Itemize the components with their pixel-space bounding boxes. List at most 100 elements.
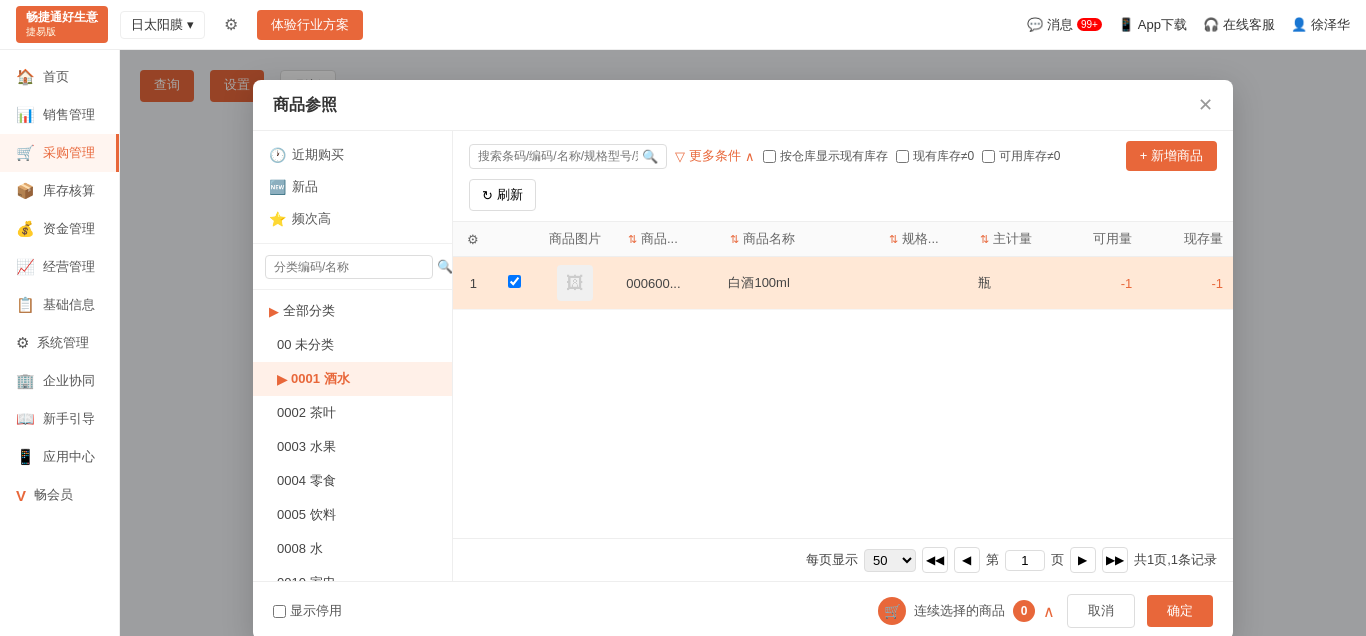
page-input[interactable] (1005, 550, 1045, 571)
category-tea[interactable]: 0002 茶叶 (253, 396, 452, 430)
category-snack[interactable]: 0004 零食 (253, 464, 452, 498)
category-liquor[interactable]: ▶ 0001 酒水 (253, 362, 452, 396)
logo-text: 畅捷通好生意 (26, 10, 98, 24)
clock-icon: 🕐 (269, 147, 286, 163)
nav-dropdown[interactable]: 日太阳膜 ▾ (120, 11, 205, 39)
customer-service-label: 在线客服 (1223, 16, 1275, 34)
notifications[interactable]: 💬 消息 99+ (1027, 16, 1102, 34)
sidebar-item-inventory[interactable]: 📦 库存核算 (0, 172, 119, 210)
prev-page-button[interactable]: ◀ (954, 547, 980, 573)
shortcut-new[interactable]: 🆕 新品 (253, 171, 452, 203)
category-water[interactable]: 0008 水 (253, 532, 452, 566)
th-image-label: 商品图片 (549, 231, 601, 246)
refresh-button[interactable]: ↻ 刷新 (469, 179, 536, 211)
avatar-icon: 👤 (1291, 17, 1307, 32)
bell-icon: 💬 (1027, 17, 1043, 32)
guide-icon: 📖 (16, 410, 35, 428)
sidebar-item-home[interactable]: 🏠 首页 (0, 58, 119, 96)
user-avatar[interactable]: 👤 徐泽华 (1291, 16, 1350, 34)
customer-service[interactable]: 🎧 在线客服 (1203, 16, 1275, 34)
nav-right: 💬 消息 99+ 📱 App下载 🎧 在线客服 👤 徐泽华 (1027, 16, 1350, 34)
th-spec[interactable]: ⇅ 规格... (877, 222, 968, 257)
category-uncategorized[interactable]: 00 未分类 (253, 328, 452, 362)
sales-icon: 📊 (16, 106, 35, 124)
sidebar-item-purchase[interactable]: 🛒 采购管理 (0, 134, 119, 172)
sidebar-item-operations[interactable]: 📈 经营管理 (0, 248, 119, 286)
notification-label: 消息 (1047, 16, 1073, 34)
show-disabled-checkbox[interactable] (273, 605, 286, 618)
next-page-button[interactable]: ▶ (1070, 547, 1096, 573)
product-search-input[interactable] (478, 149, 638, 163)
row-spec (877, 257, 968, 310)
th-settings[interactable]: ⚙ (453, 222, 494, 257)
last-page-button[interactable]: ▶▶ (1102, 547, 1128, 573)
sidebar-item-member[interactable]: V 畅会员 (0, 476, 119, 514)
settings-icon[interactable]: ⚙ (217, 11, 245, 39)
sidebar-item-guide[interactable]: 📖 新手引导 (0, 400, 119, 438)
headset-icon: 🎧 (1203, 17, 1219, 32)
warehouse-checkbox[interactable] (763, 150, 776, 163)
table-row[interactable]: 1 🖼 00 (453, 257, 1233, 310)
sidebar-item-sales-label: 销售管理 (43, 106, 95, 124)
experience-button[interactable]: 体验行业方案 (257, 10, 363, 40)
sidebar-item-apps-label: 应用中心 (43, 448, 95, 466)
confirm-button[interactable]: 确定 (1147, 595, 1213, 627)
shortcut-recent[interactable]: 🕐 近期购买 (253, 139, 452, 171)
add-product-button[interactable]: + 新增商品 (1126, 141, 1217, 171)
product-image-placeholder: 🖼 (557, 265, 593, 301)
category-search-input[interactable] (265, 255, 433, 279)
th-unit[interactable]: ⇅ 主计量 (968, 222, 1052, 257)
star-icon: ⭐ (269, 211, 286, 227)
category-beverage-label: 0005 饮料 (277, 506, 336, 524)
category-fruit[interactable]: 0003 水果 (253, 430, 452, 464)
sidebar-item-sales[interactable]: 📊 销售管理 (0, 96, 119, 134)
modal-header: 商品参照 ✕ (253, 80, 1233, 131)
modal-body: 🕐 近期购买 🆕 新品 ⭐ 频次高 (253, 131, 1233, 581)
logo[interactable]: 畅捷通好生意 捷易版 (16, 6, 108, 42)
category-appliance-label: 0010 家电 (277, 574, 336, 581)
sidebar-item-enterprise-label: 企业协同 (43, 372, 95, 390)
category-all[interactable]: ▶ 全部分类 (253, 294, 452, 328)
collapse-cart-button[interactable]: ∧ (1043, 602, 1055, 621)
sidebar-item-apps[interactable]: 📱 应用中心 (0, 438, 119, 476)
th-image: 商品图片 (535, 222, 617, 257)
sort-name-icon: ⇅ (730, 233, 739, 245)
sidebar-item-enterprise[interactable]: 🏢 企业协同 (0, 362, 119, 400)
app-download[interactable]: 📱 App下载 (1118, 16, 1187, 34)
product-search-icon[interactable]: 🔍 (642, 149, 658, 164)
stock-nonzero-checkbox[interactable] (896, 150, 909, 163)
modal-footer: 显示停用 🛒 连续选择的商品 0 ∧ 取消 确定 (253, 581, 1233, 636)
sidebar-item-basic[interactable]: 📋 基础信息 (0, 286, 119, 324)
row-check[interactable] (494, 257, 535, 310)
shortcut-frequent[interactable]: ⭐ 频次高 (253, 203, 452, 235)
modal-close-button[interactable]: ✕ (1198, 94, 1213, 116)
row-checkbox[interactable] (508, 275, 521, 288)
category-fruit-label: 0003 水果 (277, 438, 336, 456)
category-beverage[interactable]: 0005 饮料 (253, 498, 452, 532)
avail-nonzero-checkbox[interactable] (982, 150, 995, 163)
main-layout: 🏠 首页 📊 销售管理 🛒 采购管理 📦 库存核算 💰 资金管理 📈 经营管理 … (0, 50, 1366, 636)
th-name[interactable]: ⇅ 商品名称 (718, 222, 877, 257)
new-icon: 🆕 (269, 179, 286, 195)
product-search-box: 🔍 (469, 144, 667, 169)
category-appliance[interactable]: 0010 家电 (253, 566, 452, 581)
first-page-button[interactable]: ◀◀ (922, 547, 948, 573)
category-panel: 🕐 近期购买 🆕 新品 ⭐ 频次高 (253, 131, 453, 581)
sidebar-item-purchase-label: 采购管理 (43, 144, 95, 162)
top-nav: 畅捷通好生意 捷易版 日太阳膜 ▾ ⚙ 体验行业方案 💬 消息 99+ 📱 Ap… (0, 0, 1366, 50)
filter-button[interactable]: ▽ 更多条件 ∧ (675, 147, 755, 165)
th-spec-label: 规格... (902, 231, 939, 246)
stock-nonzero-filter: 现有库存≠0 (896, 148, 974, 165)
sidebar-item-system[interactable]: ⚙ 系统管理 (0, 324, 119, 362)
cancel-button[interactable]: 取消 (1067, 594, 1135, 628)
row-stock: -1 (1142, 257, 1233, 310)
category-search-icon[interactable]: 🔍 (437, 259, 453, 274)
per-page-select[interactable]: 50 20 100 (864, 549, 916, 572)
modal-title: 商品参照 (273, 95, 337, 116)
th-code[interactable]: ⇅ 商品... (616, 222, 718, 257)
sidebar-item-home-label: 首页 (43, 68, 69, 86)
content-area: 查询 设置 刷新 商品参照 ✕ (120, 50, 1366, 636)
sidebar-item-finance[interactable]: 💰 资金管理 (0, 210, 119, 248)
shortcut-frequent-label: 频次高 (292, 210, 331, 228)
cart-icon[interactable]: 🛒 (878, 597, 906, 625)
